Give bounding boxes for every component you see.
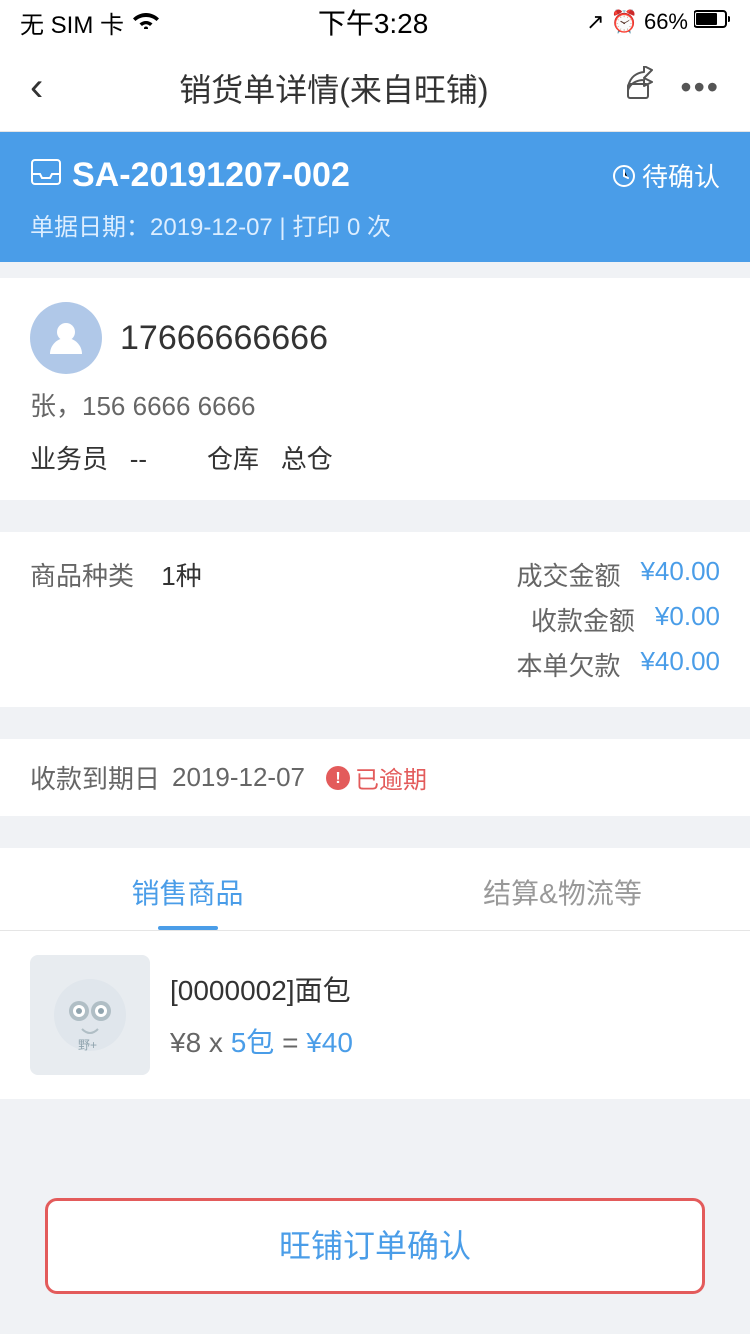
order-date: 单据日期：2019-12-07 | 打印 0 次	[30, 207, 720, 242]
received-value: ¥0.00	[655, 601, 720, 638]
location-icon: ↗	[586, 9, 604, 35]
warehouse-field: 仓库 总仓	[207, 439, 333, 476]
tabs-row: 销售商品 结算&物流等	[0, 848, 750, 931]
due-date-label: 收款到期日	[30, 759, 160, 796]
divider-2	[0, 707, 750, 723]
product-thumbnail: 野+	[30, 955, 150, 1075]
svg-text:野+: 野+	[78, 1038, 97, 1052]
customer-meta: 业务员 -- 仓库 总仓	[30, 439, 720, 476]
product-name: [0000002]面包	[170, 969, 720, 1009]
alarm-icon: ⏰	[611, 9, 638, 35]
order-id: SA-20191207-002	[30, 156, 350, 195]
warehouse-label: 仓库	[207, 444, 259, 474]
divider-1	[0, 500, 750, 516]
deal-amount-value: ¥40.00	[640, 556, 720, 593]
nav-bar: ‹ 销货单详情(来自旺铺) •••	[0, 44, 750, 132]
nav-actions: •••	[624, 66, 720, 109]
avatar	[30, 302, 102, 374]
owed-label: 本单欠款	[516, 646, 620, 683]
received-row: 收款金额 ¥0.00	[531, 601, 720, 638]
more-icon[interactable]: •••	[680, 69, 720, 106]
tab-settlement-logistics[interactable]: 结算&物流等	[375, 848, 750, 930]
salesman-value: --	[130, 444, 147, 474]
page-title: 销货单详情(来自旺铺)	[179, 65, 488, 111]
overdue-badge: ! 已逾期	[325, 760, 427, 795]
category-value: 1种	[161, 556, 201, 593]
due-date-section: 收款到期日 2019-12-07 ! 已逾期	[0, 739, 750, 816]
tabs-section: 销售商品 结算&物流等 野+ [0000002]面包 ¥8 x	[0, 848, 750, 1099]
product-price: ¥8 x 5包 = ¥40	[170, 1021, 720, 1061]
back-button[interactable]: ‹	[30, 65, 43, 110]
wifi-icon	[132, 8, 160, 36]
summary-amounts: 成交金额 ¥40.00 收款金额 ¥0.00 本单欠款 ¥40.00	[516, 556, 720, 683]
salesman-field: 业务员 --	[30, 439, 147, 476]
product-total: ¥40	[306, 1027, 353, 1058]
received-label: 收款金额	[531, 601, 635, 638]
order-status: 待确认	[612, 157, 720, 194]
customer-name: 张，156 6666 6666	[30, 386, 720, 423]
order-inbox-icon	[30, 156, 62, 195]
status-bar-left: 无 SIM 卡	[20, 5, 160, 40]
product-item: 野+ [0000002]面包 ¥8 x 5包 = ¥40	[0, 931, 750, 1099]
no-sim-text: 无 SIM 卡	[20, 5, 124, 40]
owed-row: 本单欠款 ¥40.00	[516, 646, 720, 683]
warehouse-value: 总仓	[281, 444, 333, 474]
salesman-label: 业务员	[30, 444, 108, 474]
deal-amount-row: 成交金额 ¥40.00	[516, 556, 720, 593]
status-bar-time: 下午3:28	[318, 2, 429, 42]
divider-3	[0, 816, 750, 832]
owed-value: ¥40.00	[640, 646, 720, 683]
tab-sales-products[interactable]: 销售商品	[0, 848, 375, 930]
product-qty: 5包	[231, 1027, 275, 1058]
svg-text:!: !	[335, 770, 340, 787]
order-header: SA-20191207-002 待确认 单据日期：2019-12-07 | 打印…	[0, 132, 750, 262]
product-info: [0000002]面包 ¥8 x 5包 = ¥40	[170, 969, 720, 1061]
battery-text: 66%	[644, 9, 688, 35]
price-text: ¥8 x	[170, 1027, 223, 1058]
deal-amount-label: 成交金额	[516, 556, 620, 593]
battery-icon	[694, 9, 730, 35]
status-bar: 无 SIM 卡 下午3:28 ↗ ⏰ 66%	[0, 0, 750, 44]
status-bar-right: ↗ ⏰ 66%	[586, 9, 730, 35]
category-label: 商品种类	[30, 556, 134, 593]
equals-sign: =	[282, 1027, 298, 1058]
due-date-value: 2019-12-07	[172, 762, 305, 793]
customer-phone: 17666666666	[120, 319, 328, 358]
share-icon[interactable]	[624, 66, 660, 109]
confirm-order-button[interactable]: 旺铺订单确认	[45, 1198, 705, 1294]
customer-section: 17666666666 张，156 6666 6666 业务员 -- 仓库 总仓	[0, 278, 750, 500]
confirm-btn-wrap: 旺铺订单确认	[45, 1198, 705, 1294]
summary-section: 商品种类 1种 成交金额 ¥40.00 收款金额 ¥0.00 本单欠款 ¥40.…	[0, 532, 750, 707]
